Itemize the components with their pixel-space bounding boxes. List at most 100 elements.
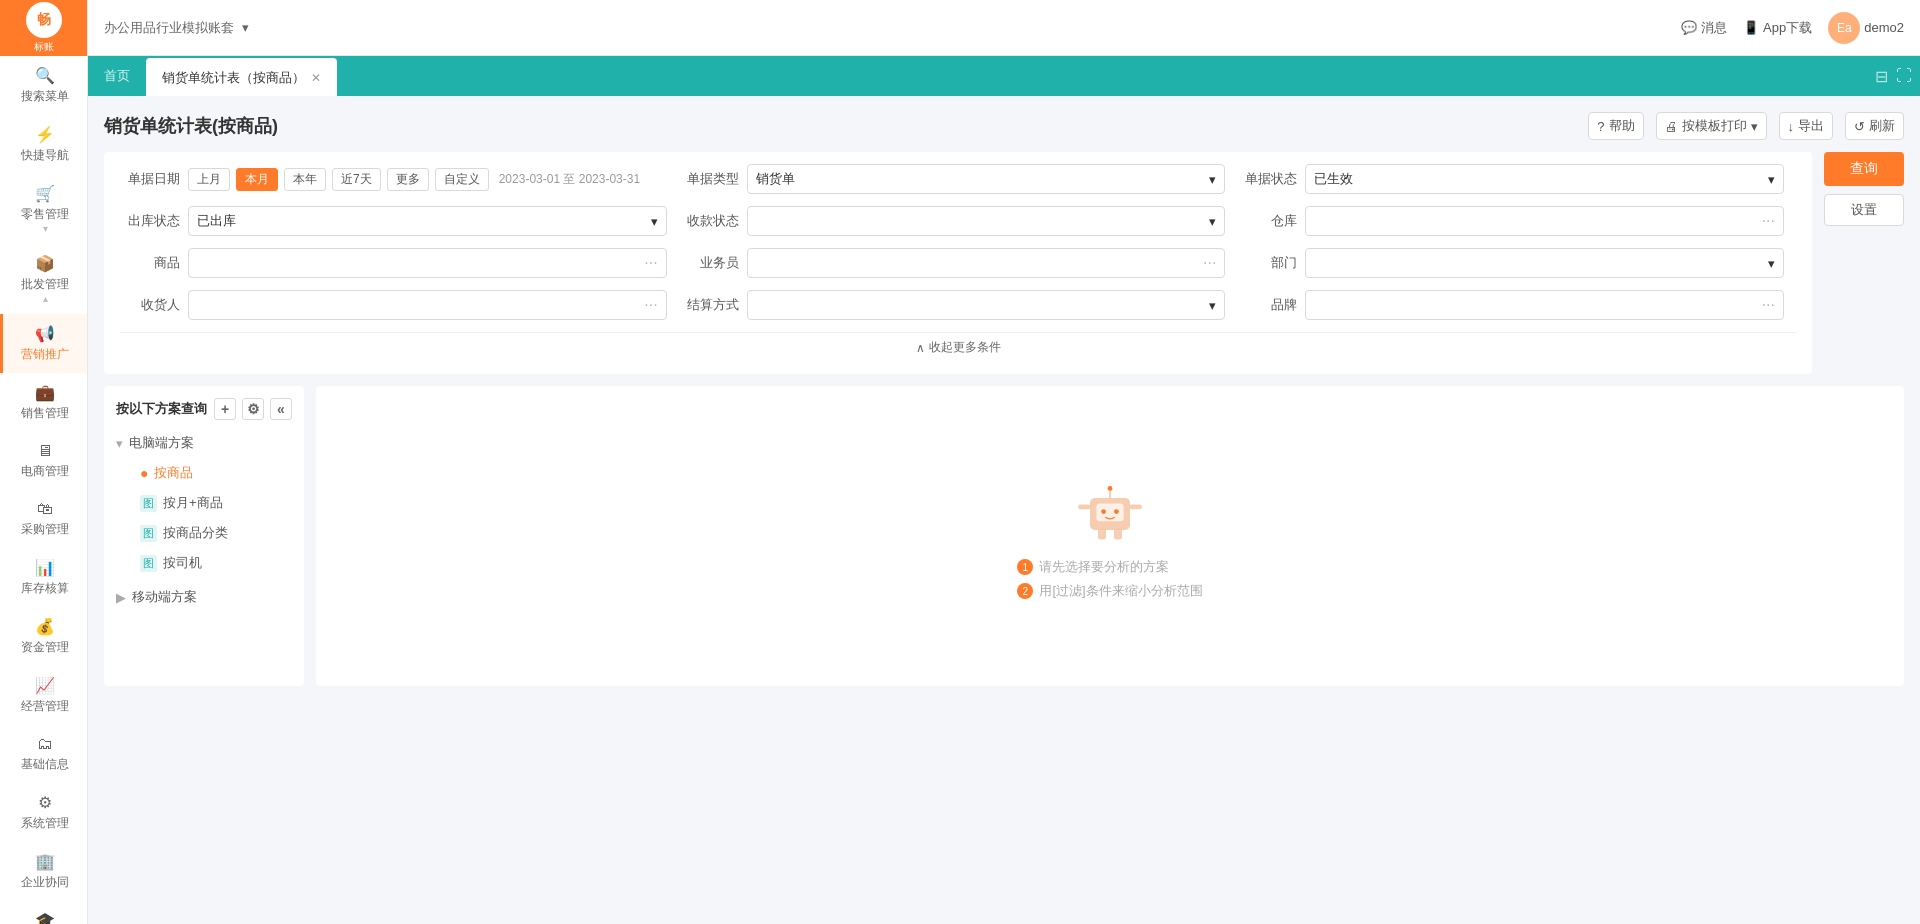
tree-child-desktop: ● 按商品 图 按月+商品 图 按商品分类 图 按司机 [104,458,304,578]
print-icon: 🖨 [1665,119,1678,134]
newbie-icon: 🎓 [35,911,55,924]
enterprise-icon: 🏢 [35,852,55,871]
logo-icon: 畅 [26,2,62,38]
sidebar-item-operations[interactable]: 📈 经营管理 [0,666,87,725]
template-print-button[interactable]: 🖨 按模板打印 ▾ [1656,112,1767,140]
salesperson-dots[interactable]: ··· [1203,254,1216,272]
sidebar-item-marketing[interactable]: 📢 营销推广 [0,314,87,373]
warehouse-status-select[interactable]: 已出库 ▾ [188,206,667,236]
settings-button[interactable]: 设置 [1824,194,1904,226]
tab-home[interactable]: 首页 [88,56,146,96]
tab-minimize-icon[interactable]: ⊟ [1875,67,1888,86]
empty-tip-1: 1 请先选择要分析的方案 [1017,558,1202,576]
sidebar-item-newbie[interactable]: 🎓 新手引导 [0,901,87,924]
receiver-input[interactable]: ··· [188,290,667,320]
tab-close-icon[interactable]: ✕ [311,71,321,85]
sidebar-item-sales[interactable]: 💼 销售管理 [0,373,87,432]
date-btn-this-year[interactable]: 本年 [284,168,326,191]
date-btn-7days[interactable]: 近7天 [332,168,381,191]
filter-and-buttons: 单据日期 上月 本月 本年 近7天 更多 自定义 2023-03-01 至 20… [104,152,1904,374]
goods-input[interactable]: ··· [188,248,667,278]
tip-1-text: 请先选择要分析的方案 [1039,558,1169,576]
active-dot-icon: ● [140,465,148,481]
empty-tips: 1 请先选择要分析的方案 2 用[过滤]条件来缩小分析范围 [1017,558,1202,606]
purchase-icon: 🛍 [37,500,53,518]
sidebar-item-purchase[interactable]: 🛍 采购管理 [0,490,87,548]
warehouse2-dots[interactable]: ··· [1762,212,1775,230]
tree-group-mobile: ▶ 移动端方案 [104,582,304,612]
date-btn-more[interactable]: 更多 [387,168,429,191]
app-logo[interactable]: 畅 标账 [0,0,87,56]
doc-type-select[interactable]: 销货单 ▾ [747,164,1226,194]
export-label: 导出 [1798,117,1824,135]
sidebar-item-inventory[interactable]: 📊 库存核算 [0,548,87,607]
user-menu[interactable]: Ea demo2 [1828,12,1904,44]
sidebar-item-ecommerce-label: 电商管理 [21,463,69,480]
dept-select[interactable]: ▾ [1305,248,1784,278]
home-tab-label: 首页 [104,67,130,85]
app-download-button[interactable]: 📱 App下载 [1743,19,1812,37]
app-download-icon: 📱 [1743,20,1759,35]
goods-dots[interactable]: ··· [644,254,657,272]
payment-status-select[interactable]: ▾ [747,206,1226,236]
tree-item-driver[interactable]: 图 按司机 [128,548,304,578]
tree-item-category[interactable]: 图 按商品分类 [128,518,304,548]
retail-icon: 🛒 [35,184,55,203]
date-btn-this-month[interactable]: 本月 [236,168,278,191]
template-print-label: 按模板打印 [1682,117,1747,135]
brand-dots[interactable]: ··· [1762,296,1775,314]
tree-item-by-goods[interactable]: ● 按商品 [128,458,304,488]
collapse-label: 收起更多条件 [929,339,1001,356]
message-button[interactable]: 💬 消息 [1681,19,1727,37]
tree-item-driver-icon: 图 [140,555,157,572]
marketing-icon: 📢 [35,324,55,343]
sidebar-item-retail[interactable]: 🛒 零售管理 ▾ [0,174,87,244]
sidebar-item-system[interactable]: ⚙ 系统管理 [0,783,87,842]
chevron-down-icon: ▾ [43,223,48,234]
sidebar-item-operations-label: 经营管理 [21,698,69,715]
sidebar-item-finance-label: 资金管理 [21,639,69,656]
date-btn-prev-month[interactable]: 上月 [188,168,230,191]
topbar-left: 办公用品行业模拟账套 ▾ [104,19,249,37]
collapse-row[interactable]: ∧ 收起更多条件 [120,332,1796,362]
salesperson-input[interactable]: ··· [747,248,1226,278]
doc-status-chevron: ▾ [1768,172,1775,187]
settings-scheme-button[interactable]: ⚙ [242,398,264,420]
payment-status-label: 收款状态 [679,212,739,230]
doc-status-select[interactable]: 已生效 ▾ [1305,164,1784,194]
sidebar-item-enterprise[interactable]: 🏢 企业协同 [0,842,87,901]
doc-status-value: 已生效 [1314,170,1353,188]
left-panel-title: 按以下方案查询 [116,400,207,418]
sidebar-item-enterprise-label: 企业协同 [21,874,69,891]
doc-status-label: 单据状态 [1237,170,1297,188]
sidebar-item-finance[interactable]: 💰 资金管理 [0,607,87,666]
collapse-chevron: ∧ [916,341,925,355]
brand-input[interactable]: ··· [1305,290,1784,320]
add-scheme-button[interactable]: + [214,398,236,420]
tab-expand-icon[interactable]: ⛶ [1896,67,1912,85]
refresh-button[interactable]: ↺ 刷新 [1845,112,1904,140]
username: demo2 [1864,20,1904,35]
topbar-right: 💬 消息 📱 App下载 Ea demo2 [1681,12,1904,44]
filter-row-4: 收货人 ··· 结算方式 ▾ 品牌 [120,290,1796,320]
sidebar-item-quicknav[interactable]: ⚡ 快捷导航 [0,115,87,174]
sidebar-item-wholesale[interactable]: 📦 批发管理 ▴ [0,244,87,314]
help-icon: ? [1597,119,1604,134]
query-button[interactable]: 查询 [1824,152,1904,186]
topbar-subtitle: 办公用品行业模拟账套 [104,19,234,37]
tab-sales-stats[interactable]: 销货单统计表（按商品） ✕ [146,58,337,98]
tree-item-month-goods[interactable]: 图 按月+商品 [128,488,304,518]
sidebar-item-inventory-label: 库存核算 [21,580,69,597]
payment-method-select[interactable]: ▾ [747,290,1226,320]
receiver-dots[interactable]: ··· [644,296,657,314]
sidebar-item-search[interactable]: 🔍 搜索菜单 [0,56,87,115]
payment-status-cell: 收款状态 ▾ [679,206,1238,236]
sidebar-item-basic[interactable]: 🗂 基础信息 [0,725,87,783]
warehouse2-input[interactable]: ··· [1305,206,1784,236]
sidebar-item-ecommerce[interactable]: 🖥 电商管理 [0,432,87,490]
export-button[interactable]: ↓ 导出 [1779,112,1834,140]
collapse-scheme-button[interactable]: « [270,398,292,420]
svg-rect-5 [1129,504,1142,509]
help-button[interactable]: ? 帮助 [1588,112,1643,140]
date-btn-custom[interactable]: 自定义 [435,168,489,191]
